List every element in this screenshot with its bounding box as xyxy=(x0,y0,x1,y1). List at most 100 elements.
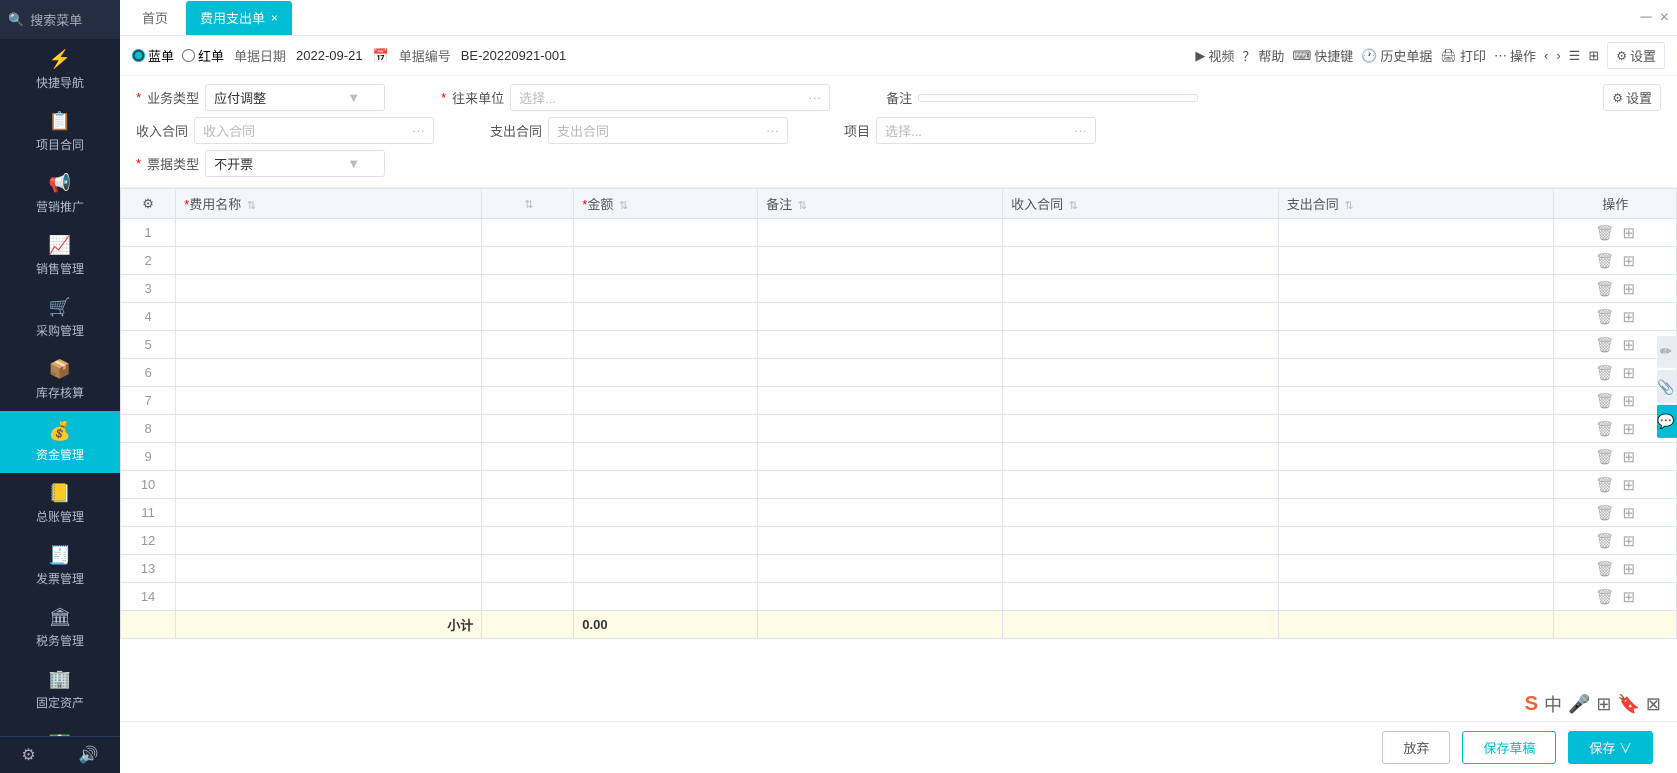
row-copy-2[interactable]: ⊞ xyxy=(1622,252,1635,270)
row-income-8[interactable] xyxy=(1003,415,1279,443)
row-name-13[interactable] xyxy=(176,555,482,583)
row-income-13[interactable] xyxy=(1003,555,1279,583)
row-name-5[interactable] xyxy=(176,331,482,359)
row-spend-8[interactable] xyxy=(1278,415,1554,443)
partner-dots[interactable]: ··· xyxy=(808,90,821,105)
row-note-4[interactable] xyxy=(758,303,1003,331)
row-amount-8[interactable] xyxy=(574,415,758,443)
invoice-type-select[interactable]: 不开票 ▼ xyxy=(205,150,385,177)
help-btn[interactable]: ？ 帮助 xyxy=(1242,46,1284,65)
row-note-8[interactable] xyxy=(758,415,1003,443)
mic-icon[interactable]: 🎤 xyxy=(1568,694,1590,715)
row-spend-13[interactable] xyxy=(1278,555,1554,583)
row-copy-4[interactable]: ⊞ xyxy=(1622,308,1635,326)
row-spend-14[interactable] xyxy=(1278,583,1554,611)
row-amount-14[interactable] xyxy=(574,583,758,611)
window-minimize-icon[interactable]: ─ xyxy=(1640,9,1651,27)
row-copy-14[interactable]: ⊞ xyxy=(1622,588,1635,606)
row-delete-4[interactable]: 🗑 xyxy=(1595,308,1614,326)
row-spend-2[interactable] xyxy=(1278,247,1554,275)
row-amount-3[interactable] xyxy=(574,275,758,303)
row-spend-6[interactable] xyxy=(1278,359,1554,387)
radio-red[interactable]: 红单 xyxy=(182,46,224,65)
print-btn[interactable]: 🖨 打印 xyxy=(1440,46,1486,65)
sidebar-item-project-contract[interactable]: 📋项目合同 xyxy=(0,101,120,163)
row-delete-5[interactable]: 🗑 xyxy=(1595,336,1614,354)
sidebar-item-marketing[interactable]: 📢营销推广 xyxy=(0,163,120,225)
settings-icon[interactable]: ⚙ xyxy=(21,745,35,765)
row-name-4[interactable] xyxy=(176,303,482,331)
row-delete-7[interactable]: 🗑 xyxy=(1595,392,1614,410)
row-spend-1[interactable] xyxy=(1278,219,1554,247)
row-income-3[interactable] xyxy=(1003,275,1279,303)
row-amount-6[interactable] xyxy=(574,359,758,387)
note-input[interactable] xyxy=(918,94,1198,102)
partner-input[interactable]: 选择... ··· xyxy=(510,84,830,111)
form-settings-button[interactable]: ⚙ 设置 xyxy=(1603,84,1661,111)
row-note-14[interactable] xyxy=(758,583,1003,611)
row-name-10[interactable] xyxy=(176,471,482,499)
bookmark-icon[interactable]: 🔖 xyxy=(1617,694,1639,715)
th-name[interactable]: *费用名称 ⇅ xyxy=(176,189,482,219)
row-note-3[interactable] xyxy=(758,275,1003,303)
row-copy-9[interactable]: ⊞ xyxy=(1622,448,1635,466)
th-settings[interactable]: ⚙ xyxy=(121,189,176,219)
grid-view-btn[interactable]: ⊞ xyxy=(1588,48,1599,64)
right-edit-btn[interactable]: ✏ xyxy=(1657,335,1677,367)
row-amount-13[interactable] xyxy=(574,555,758,583)
th-amount[interactable]: *金额 ⇅ xyxy=(574,189,758,219)
row-name-14[interactable] xyxy=(176,583,482,611)
sidebar-item-capital[interactable]: 💰资金管理 xyxy=(0,411,120,473)
shortcut-btn[interactable]: ⌨ 快捷键 xyxy=(1292,46,1353,65)
sidebar-item-invoice[interactable]: 🧾发票管理 xyxy=(0,535,120,597)
row-income-4[interactable] xyxy=(1003,303,1279,331)
spend-dots[interactable]: ··· xyxy=(766,123,779,138)
row-amount-10[interactable] xyxy=(574,471,758,499)
row-amount-12[interactable] xyxy=(574,527,758,555)
row-note-5[interactable] xyxy=(758,331,1003,359)
row-copy-1[interactable]: ⊞ xyxy=(1622,224,1635,242)
row-amount-11[interactable] xyxy=(574,499,758,527)
th-note[interactable]: 备注 ⇅ xyxy=(758,189,1003,219)
row-delete-1[interactable]: 🗑 xyxy=(1595,224,1614,242)
row-delete-13[interactable]: 🗑 xyxy=(1595,560,1614,578)
sidebar-item-tax[interactable]: 🏛税务管理 xyxy=(0,597,120,659)
prev-btn[interactable]: ‹ xyxy=(1544,48,1548,63)
th-sort[interactable]: ⇅ xyxy=(482,189,574,219)
date-value[interactable]: 2022-09-21 xyxy=(296,48,363,63)
row-income-14[interactable] xyxy=(1003,583,1279,611)
row-delete-14[interactable]: 🗑 xyxy=(1595,588,1614,606)
row-copy-12[interactable]: ⊞ xyxy=(1622,532,1635,550)
sidebar-item-inventory[interactable]: 📦库存核算 xyxy=(0,349,120,411)
row-delete-9[interactable]: 🗑 xyxy=(1595,448,1614,466)
right-attach-btn[interactable]: 📎 xyxy=(1657,369,1677,402)
volume-icon[interactable]: 🔊 xyxy=(79,745,99,765)
row-income-2[interactable] xyxy=(1003,247,1279,275)
tab-home[interactable]: 首页 xyxy=(128,1,182,35)
discard-button[interactable]: 放弃 xyxy=(1382,731,1450,764)
row-delete-2[interactable]: 🗑 xyxy=(1595,252,1614,270)
sidebar-item-accounting[interactable]: 📒总账管理 xyxy=(0,473,120,535)
project-dots[interactable]: ··· xyxy=(1074,123,1087,138)
biz-type-select[interactable]: 应付调整 ▼ xyxy=(205,84,385,111)
row-delete-6[interactable]: 🗑 xyxy=(1595,364,1614,382)
row-note-7[interactable] xyxy=(758,387,1003,415)
row-spend-10[interactable] xyxy=(1278,471,1554,499)
income-contract-input[interactable]: 收入合同 ··· xyxy=(194,117,434,144)
row-note-11[interactable] xyxy=(758,499,1003,527)
row-copy-8[interactable]: ⊞ xyxy=(1622,420,1635,438)
row-copy-10[interactable]: ⊞ xyxy=(1622,476,1635,494)
save-button[interactable]: 保存 ∨ xyxy=(1568,731,1653,764)
sidebar-item-fixed-asset[interactable]: 🏢固定资产 xyxy=(0,659,120,721)
tab-close-icon[interactable]: × xyxy=(271,11,278,25)
row-note-6[interactable] xyxy=(758,359,1003,387)
next-btn[interactable]: › xyxy=(1556,48,1560,63)
row-delete-3[interactable]: 🗑 xyxy=(1595,280,1614,298)
row-copy-5[interactable]: ⊞ xyxy=(1622,336,1635,354)
row-name-9[interactable] xyxy=(176,443,482,471)
sidebar-search[interactable]: 🔍 搜索菜单 xyxy=(0,0,120,39)
row-note-2[interactable] xyxy=(758,247,1003,275)
calendar-icon[interactable]: 📅 xyxy=(373,48,389,64)
sidebar-item-sales[interactable]: 📈销售管理 xyxy=(0,225,120,287)
tab-expense[interactable]: 费用支出单 × xyxy=(186,1,292,35)
